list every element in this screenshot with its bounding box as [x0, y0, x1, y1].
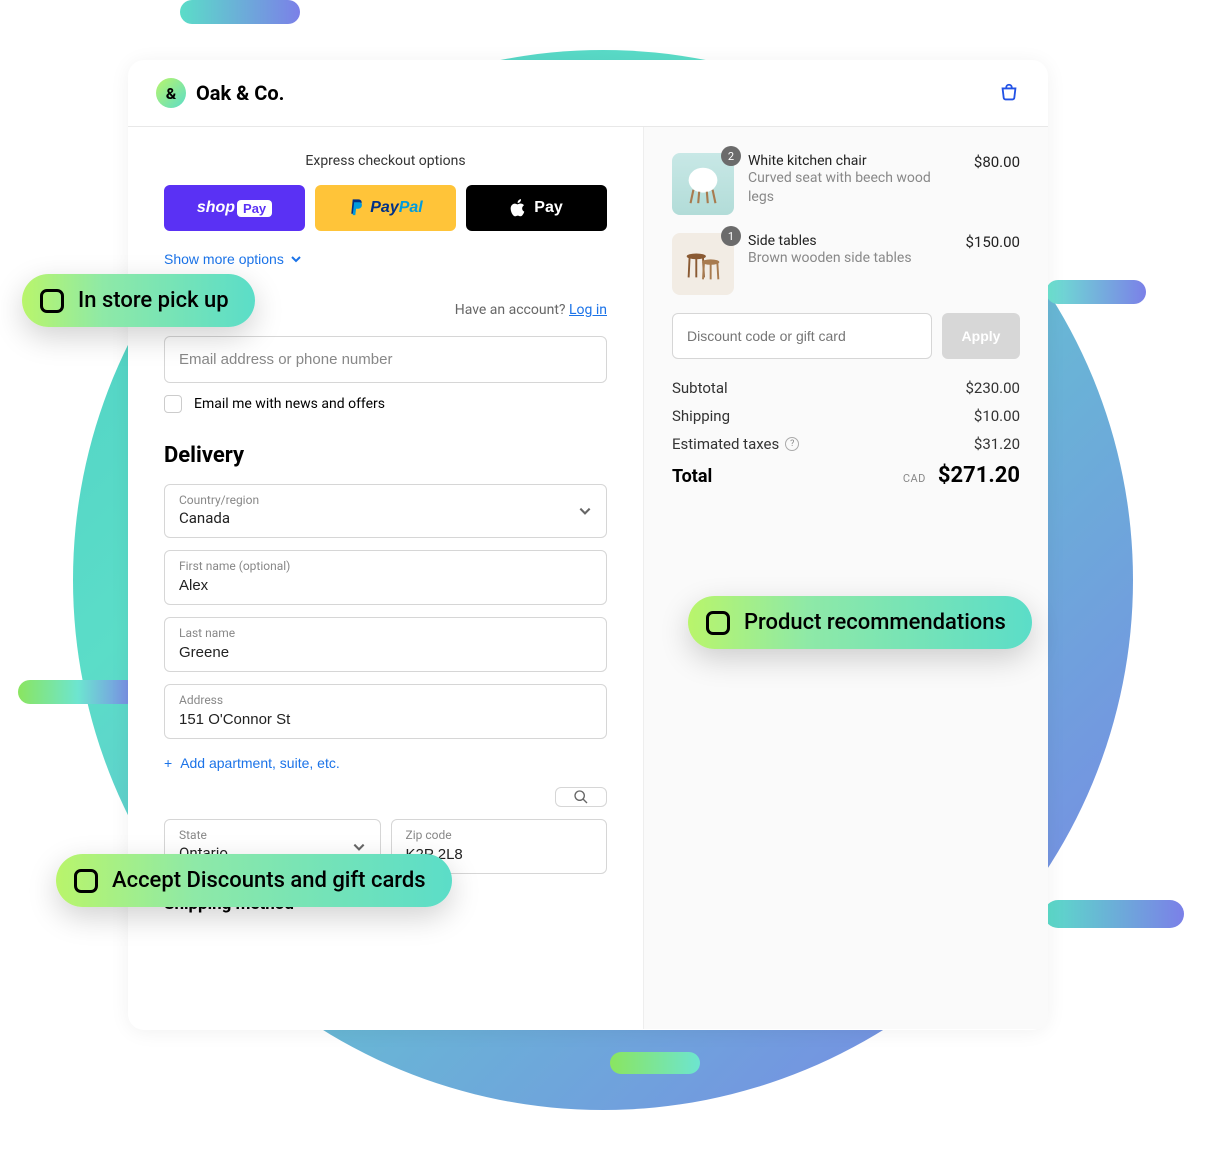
discount-input[interactable] [672, 313, 932, 359]
address-field[interactable]: Address [164, 684, 607, 739]
first-name-input[interactable] [179, 577, 592, 594]
feature-pill-recommendations: Product recommendations [688, 596, 1032, 649]
item-title: Side tables [748, 233, 951, 249]
country-select[interactable]: Country/region Canada [164, 484, 607, 538]
subtotal-value: $230.00 [965, 379, 1020, 397]
taxes-label: Estimated taxes [672, 435, 779, 453]
square-icon [74, 869, 98, 893]
country-label: Country/region [179, 493, 592, 507]
add-apartment-link[interactable]: + Add apartment, suite, etc. [164, 755, 340, 771]
card-header: & Oak & Co. [128, 60, 1048, 127]
address-search-button[interactable] [555, 787, 607, 807]
applepay-label: Pay [534, 199, 562, 217]
feature-label: In store pick up [78, 288, 229, 313]
qty-badge: 2 [721, 146, 741, 166]
item-subtitle: Brown wooden side tables [748, 249, 951, 268]
delivery-heading: Delivery [164, 443, 607, 468]
apply-button[interactable]: Apply [942, 313, 1020, 359]
item-subtitle: Curved seat with beech wood legs [748, 169, 960, 207]
line-item: 2 White kitchen chair Curved seat with b… [672, 153, 1020, 215]
square-icon [40, 289, 64, 313]
brand-logo-icon: & [156, 78, 186, 108]
have-account-text: Have an account? Log in [455, 302, 607, 318]
taxes-value: $31.20 [974, 435, 1020, 453]
zip-label: Zip code [406, 828, 593, 842]
item-title: White kitchen chair [748, 153, 960, 169]
paypal-pal: Pal [399, 199, 423, 217]
qty-badge: 1 [721, 226, 741, 246]
last-name-field[interactable]: Last name [164, 617, 607, 672]
subscribe-label: Email me with news and offers [194, 396, 385, 412]
item-price: $80.00 [974, 153, 1020, 171]
chevron-down-icon [290, 253, 302, 265]
apple-icon [510, 198, 528, 218]
info-icon[interactable]: ? [785, 437, 799, 451]
line-item: 1 Side tables Brown wooden side tables $… [672, 233, 1020, 295]
shipping-label: Shipping [672, 407, 730, 425]
state-label: State [179, 828, 366, 842]
product-thumb-chair: 2 [672, 153, 734, 215]
paypal-button[interactable]: PayPal [315, 185, 456, 231]
shoppay-badge: Pay [237, 200, 272, 217]
product-thumb-tables: 1 [672, 233, 734, 295]
subtotal-label: Subtotal [672, 379, 728, 397]
search-icon [573, 789, 589, 805]
last-name-input[interactable] [179, 644, 592, 661]
square-icon [706, 611, 730, 635]
email-field[interactable] [164, 336, 607, 383]
total-value: $271.20 [938, 463, 1020, 488]
feature-label: Product recommendations [744, 610, 1006, 635]
express-title: Express checkout options [164, 153, 607, 169]
total-label: Total [672, 466, 712, 487]
feature-label: Accept Discounts and gift cards [112, 868, 426, 893]
address-input[interactable] [179, 711, 592, 728]
show-more-options[interactable]: Show more options [164, 251, 302, 267]
last-name-label: Last name [179, 626, 592, 640]
paypal-pay: Pay [370, 199, 398, 217]
shipping-value: $10.00 [974, 407, 1020, 425]
feature-pill-discounts: Accept Discounts and gift cards [56, 854, 452, 907]
shoppay-word: shop [197, 199, 235, 217]
item-price: $150.00 [965, 233, 1020, 251]
order-summary: 2 White kitchen chair Curved seat with b… [643, 127, 1048, 1029]
brand: & Oak & Co. [156, 78, 284, 108]
subscribe-checkbox[interactable] [164, 395, 182, 413]
country-value: Canada [179, 509, 592, 527]
feature-pill-pickup: In store pick up [22, 274, 255, 327]
shoppay-button[interactable]: shopPay [164, 185, 305, 231]
applepay-button[interactable]: Pay [466, 185, 607, 231]
login-link[interactable]: Log in [569, 302, 607, 318]
cart-icon[interactable] [998, 82, 1020, 104]
address-label: Address [179, 693, 592, 707]
currency-label: CAD [903, 472, 926, 485]
first-name-field[interactable]: First name (optional) [164, 550, 607, 605]
plus-icon: + [164, 755, 172, 771]
brand-name: Oak & Co. [196, 81, 284, 105]
first-name-label: First name (optional) [179, 559, 592, 573]
